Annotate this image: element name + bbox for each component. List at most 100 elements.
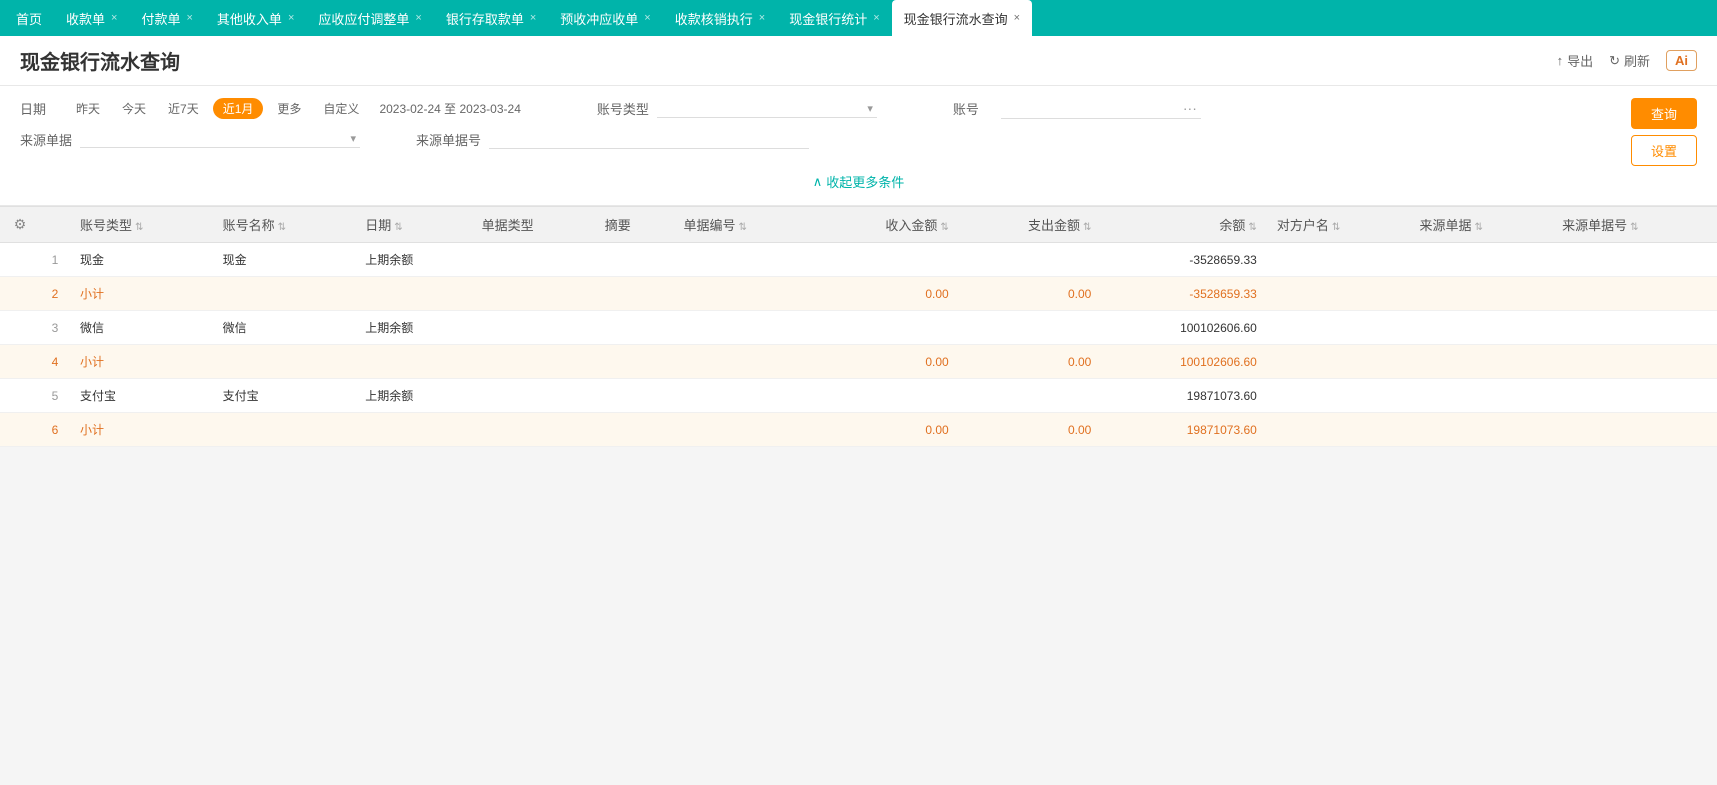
cell-income: 0.00 [816, 277, 959, 311]
account-group: 账号 ··· [953, 98, 1201, 119]
account-type-group: 账号类型 ▾ [597, 99, 877, 118]
cell-summary [595, 277, 674, 311]
collapse-bar[interactable]: ∧ 收起更多条件 [20, 166, 1697, 193]
source-doc-no-input[interactable] [493, 131, 805, 146]
source-doc-no-group: 来源单据号 [416, 129, 809, 149]
nav-tab-0[interactable]: 收款单 × [54, 0, 129, 36]
cell-doc-no [673, 243, 816, 277]
nav-home[interactable]: 首页 [4, 0, 54, 36]
close-icon[interactable]: × [415, 12, 421, 24]
query-button[interactable]: 查询 [1631, 98, 1697, 129]
ai-button[interactable]: Ai [1666, 50, 1697, 71]
cell-source-doc [1409, 277, 1552, 311]
source-doc-group: 来源单据 ▾ [20, 130, 360, 149]
cell-income: 0.00 [816, 413, 959, 447]
cell-settings [0, 345, 40, 379]
cell-doc-type [472, 413, 595, 447]
nav-tab-2[interactable]: 其他收入单 × [205, 0, 306, 36]
gear-icon[interactable]: ⚙ [14, 216, 27, 232]
refresh-icon: ↻ [1609, 53, 1620, 69]
date-btn-7days[interactable]: 近7天 [160, 98, 207, 119]
sort-icon: ⇅ [1332, 222, 1340, 233]
close-icon[interactable]: × [759, 12, 765, 24]
cell-income [816, 243, 959, 277]
close-icon[interactable]: × [288, 12, 294, 24]
settings-button[interactable]: 设置 [1631, 135, 1697, 166]
export-button[interactable]: ↑ 导出 [1557, 51, 1594, 70]
col-date[interactable]: 日期⇅ [355, 207, 471, 243]
col-income[interactable]: 收入金额⇅ [816, 207, 959, 243]
cell-account-name: 支付宝 [213, 379, 356, 413]
cell-doc-no [673, 345, 816, 379]
date-btn-more[interactable]: 更多 [269, 98, 309, 119]
date-btn-custom[interactable]: 自定义 [315, 98, 367, 119]
table-row: 1现金现金上期余额-3528659.33 [0, 243, 1717, 277]
nav-tab-8[interactable]: 现金银行流水查询 × [892, 0, 1032, 36]
filter-row-1: 日期 昨天 今天 近7天 近1月 更多 自定义 2023-02-24 至 202… [20, 98, 1619, 119]
sort-icon: ⇅ [278, 222, 286, 233]
cell-settings [0, 413, 40, 447]
nav-tab-7[interactable]: 现金银行统计 × [777, 0, 891, 36]
close-icon[interactable]: × [186, 12, 192, 24]
nav-tab-6[interactable]: 收款核销执行 × [663, 0, 777, 36]
sort-icon: ⇅ [1248, 222, 1256, 233]
close-icon[interactable]: × [530, 12, 536, 24]
sort-icon: ⇅ [940, 222, 948, 233]
cell-account-name [213, 345, 356, 379]
cell-source-doc-no [1552, 243, 1717, 277]
cell-num: 4 [40, 345, 70, 379]
col-account-name[interactable]: 账号名称⇅ [213, 207, 356, 243]
sort-icon: ⇅ [738, 222, 746, 233]
cell-source-doc [1409, 413, 1552, 447]
account-input[interactable] [1005, 101, 1183, 116]
cell-counterparty [1267, 243, 1410, 277]
cell-source-doc-no [1552, 277, 1717, 311]
cell-expense: 0.00 [959, 277, 1102, 311]
col-account-type[interactable]: 账号类型⇅ [70, 207, 213, 243]
cell-account-name [213, 277, 356, 311]
col-doc-no[interactable]: 单据编号⇅ [673, 207, 816, 243]
nav-tab-4[interactable]: 银行存取款单 × [434, 0, 548, 36]
account-type-select[interactable]: ▾ [657, 100, 877, 118]
cell-income [816, 379, 959, 413]
nav-tab-3[interactable]: 应收应付调整单 × [306, 0, 433, 36]
date-btn-1month[interactable]: 近1月 [213, 98, 264, 119]
col-expense[interactable]: 支出金额⇅ [959, 207, 1102, 243]
cell-date [355, 277, 471, 311]
col-doc-type: 单据类型 [472, 207, 595, 243]
account-label: 账号 [953, 99, 993, 118]
cell-doc-no [673, 277, 816, 311]
close-icon[interactable]: × [873, 12, 879, 24]
data-table: ⚙ 账号类型⇅ 账号名称⇅ 日期⇅ 单据类型 摘要 [0, 206, 1717, 447]
source-doc-no-label: 来源单据号 [416, 130, 481, 149]
cell-date: 上期余额 [355, 379, 471, 413]
sort-icon: ⇅ [1083, 222, 1091, 233]
source-doc-select[interactable]: ▾ [80, 130, 360, 148]
col-counterparty[interactable]: 对方户名⇅ [1267, 207, 1410, 243]
table-row: 2小计0.000.00-3528659.33 [0, 277, 1717, 311]
col-balance[interactable]: 余额⇅ [1101, 207, 1266, 243]
dots-icon[interactable]: ··· [1183, 100, 1197, 116]
cell-balance: 100102606.60 [1101, 311, 1266, 345]
cell-account-name [213, 413, 356, 447]
cell-doc-type [472, 311, 595, 345]
col-source-doc-no[interactable]: 来源单据号⇅ [1552, 207, 1717, 243]
refresh-button[interactable]: ↻ 刷新 [1609, 51, 1650, 70]
nav-tab-1[interactable]: 付款单 × [129, 0, 204, 36]
cell-expense: 0.00 [959, 345, 1102, 379]
close-icon[interactable]: × [1014, 12, 1020, 24]
date-btn-today[interactable]: 今天 [114, 98, 154, 119]
cell-doc-no [673, 413, 816, 447]
close-icon[interactable]: × [644, 12, 650, 24]
nav-tab-5[interactable]: 预收冲应收单 × [548, 0, 662, 36]
date-options: 昨天 今天 近7天 近1月 更多 自定义 [68, 98, 367, 119]
table-body: 1现金现金上期余额-3528659.332小计0.000.00-3528659.… [0, 243, 1717, 447]
close-icon[interactable]: × [111, 12, 117, 24]
table-container: ⚙ 账号类型⇅ 账号名称⇅ 日期⇅ 单据类型 摘要 [0, 206, 1717, 447]
cell-source-doc [1409, 243, 1552, 277]
date-btn-yesterday[interactable]: 昨天 [68, 98, 108, 119]
cell-summary [595, 345, 674, 379]
col-source-doc[interactable]: 来源单据⇅ [1409, 207, 1552, 243]
cell-source-doc [1409, 345, 1552, 379]
cell-date: 上期余额 [355, 311, 471, 345]
